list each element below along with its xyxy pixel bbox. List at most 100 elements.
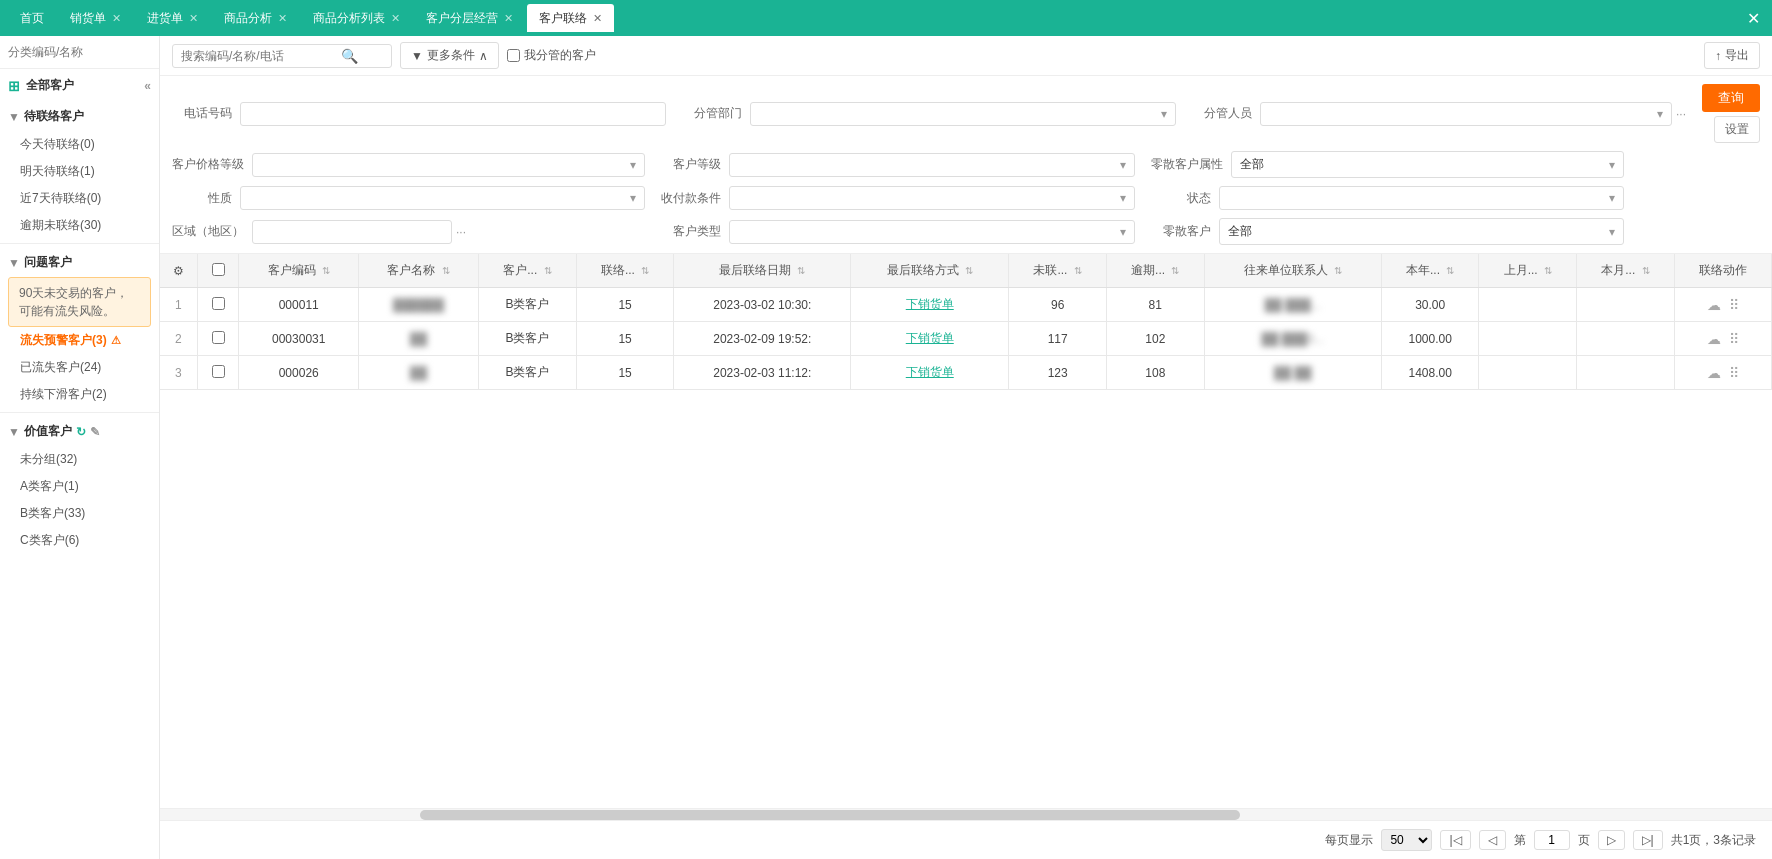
- th-not-contacted[interactable]: 未联... ⇅: [1009, 254, 1107, 288]
- filter-dept-select[interactable]: ▾: [750, 102, 1176, 126]
- sidebar-item-class-c[interactable]: C类客户(6): [0, 527, 159, 554]
- row-3-check[interactable]: [212, 365, 225, 378]
- tab-analysis[interactable]: 商品分析 ✕: [212, 4, 299, 32]
- filter-status-select[interactable]: ▾: [1219, 186, 1624, 210]
- sidebar-item-class-a[interactable]: A类客户(1): [0, 473, 159, 500]
- row-1-contact-icon[interactable]: ☁: [1707, 297, 1721, 313]
- filter-nature-select[interactable]: ▾: [240, 186, 645, 210]
- sidebar-collapse-btn[interactable]: «: [144, 79, 151, 93]
- tab-home[interactable]: 首页: [8, 4, 56, 32]
- tab-customer-layered[interactable]: 客户分层经营 ✕: [414, 4, 525, 32]
- value-refresh-icon[interactable]: ↻: [76, 425, 86, 439]
- page-input[interactable]: [1534, 830, 1570, 850]
- sidebar-item-today[interactable]: 今天待联络(0): [0, 131, 159, 158]
- th-last-month[interactable]: 上月... ⇅: [1479, 254, 1577, 288]
- filter-search-icon[interactable]: 🔍: [341, 48, 358, 64]
- row-2-checkbox[interactable]: [197, 322, 238, 356]
- row-3-lcm[interactable]: 下销货单: [851, 356, 1009, 390]
- filter-retail-customer-select[interactable]: 全部 ▾: [1219, 218, 1624, 245]
- my-customers-checkbox-label[interactable]: 我分管的客户: [507, 47, 596, 64]
- filter-customer-grade-select[interactable]: ▾: [729, 153, 1134, 177]
- prev-page-btn[interactable]: ◁: [1479, 830, 1506, 850]
- sidebar-item-class-b[interactable]: B类客户(33): [0, 500, 159, 527]
- export-btn[interactable]: ↑ 导出: [1704, 42, 1760, 69]
- sidebar-group-value-header[interactable]: ▼ 价值客户 ↻ ✎: [0, 417, 159, 446]
- value-edit-icon[interactable]: ✎: [90, 425, 100, 439]
- tab-customer-layered-close[interactable]: ✕: [504, 12, 513, 25]
- filter-region: 区域（地区） ···: [172, 220, 645, 244]
- tab-customer-contact[interactable]: 客户联络 ✕: [527, 4, 614, 32]
- sidebar-item-7days[interactable]: 近7天待联络(0): [0, 185, 159, 212]
- row-2-lcm[interactable]: 下销货单: [851, 322, 1009, 356]
- sidebar-group-pending-header[interactable]: ▼ 待联络客户: [0, 102, 159, 131]
- my-customers-checkbox[interactable]: [507, 49, 520, 62]
- filter-payment-select[interactable]: ▾: [729, 186, 1134, 210]
- problem-tooltip: 90天未交易的客户，可能有流失风险。: [8, 277, 151, 327]
- row-3-contact-icon[interactable]: ☁: [1707, 365, 1721, 381]
- sidebar-item-declining[interactable]: 持续下滑客户(2): [0, 381, 159, 408]
- th-last-contact-method[interactable]: 最后联络方式 ⇅: [851, 254, 1009, 288]
- th-action: 联络动作: [1674, 254, 1771, 288]
- row-3-more-icon[interactable]: ⠿: [1729, 365, 1739, 381]
- filter-person-select[interactable]: ▾: [1260, 102, 1672, 126]
- horizontal-scrollbar[interactable]: [160, 808, 1772, 820]
- settings-btn[interactable]: 设置: [1714, 116, 1760, 143]
- first-page-btn[interactable]: |◁: [1440, 830, 1470, 850]
- select-all-checkbox[interactable]: [212, 263, 225, 276]
- tab-customer-contact-close[interactable]: ✕: [593, 12, 602, 25]
- th-code[interactable]: 客户编码 ⇅: [239, 254, 359, 288]
- row-2-tm: [1577, 322, 1675, 356]
- last-page-btn[interactable]: ▷|: [1633, 830, 1663, 850]
- sidebar-group-problem-header[interactable]: ▼ 问题客户: [0, 248, 159, 277]
- th-checkbox[interactable]: [197, 254, 238, 288]
- filter-region-input[interactable]: [252, 220, 452, 244]
- row-3-checkbox[interactable]: [197, 356, 238, 390]
- region-dots-icon[interactable]: ···: [456, 225, 466, 239]
- row-1-check[interactable]: [212, 297, 225, 310]
- filter-retail-attr-select[interactable]: 全部 ▾: [1231, 151, 1624, 178]
- sidebar-item-overdue[interactable]: 逾期未联络(30): [0, 212, 159, 239]
- th-this-month[interactable]: 本月... ⇅: [1577, 254, 1675, 288]
- th-last-contact-date[interactable]: 最后联络日期 ⇅: [674, 254, 851, 288]
- sidebar-item-churn-warning[interactable]: 流失预警客户(3) ⚠: [0, 327, 159, 354]
- tab-analysis-list-close[interactable]: ✕: [391, 12, 400, 25]
- adv-filter-row-4: 区域（地区） ··· 客户类型 ▾ 零散客户 全部 ▾: [172, 218, 1760, 245]
- gear-icon[interactable]: ⚙: [173, 264, 184, 278]
- filter-customer-type-select[interactable]: ▾: [729, 220, 1134, 244]
- th-overdue[interactable]: 逾期... ⇅: [1106, 254, 1204, 288]
- next-page-btn[interactable]: ▷: [1598, 830, 1625, 850]
- th-gear[interactable]: ⚙: [160, 254, 197, 288]
- sidebar-root[interactable]: ⊞ 全部客户 «: [0, 69, 159, 102]
- per-page-select[interactable]: 50 100 200: [1381, 829, 1432, 851]
- filter-phone-input[interactable]: [240, 102, 666, 126]
- filter-search-input[interactable]: [181, 49, 341, 63]
- row-1-more-icon[interactable]: ⠿: [1729, 297, 1739, 313]
- sidebar-item-ungrouped[interactable]: 未分组(32): [0, 446, 159, 473]
- th-name[interactable]: 客户名称 ⇅: [359, 254, 479, 288]
- tab-close-all[interactable]: ✕: [1743, 5, 1764, 32]
- th-contact[interactable]: 联络... ⇅: [576, 254, 674, 288]
- more-conditions-btn[interactable]: ▼ 更多条件 ∧: [400, 42, 499, 69]
- tab-sales[interactable]: 销货单 ✕: [58, 4, 133, 32]
- row-1-checkbox[interactable]: [197, 288, 238, 322]
- person-dots-icon[interactable]: ···: [1676, 107, 1686, 121]
- tab-analysis-close[interactable]: ✕: [278, 12, 287, 25]
- filter-price-grade-select[interactable]: ▾: [252, 153, 645, 177]
- query-btn[interactable]: 查询: [1702, 84, 1760, 112]
- th-contact-person[interactable]: 往来单位联系人 ⇅: [1204, 254, 1381, 288]
- tab-analysis-list[interactable]: 商品分析列表 ✕: [301, 4, 412, 32]
- tab-sales-close[interactable]: ✕: [112, 12, 121, 25]
- row-2-contact-icon[interactable]: ☁: [1707, 331, 1721, 347]
- th-type[interactable]: 客户... ⇅: [479, 254, 577, 288]
- th-this-year[interactable]: 本年... ⇅: [1381, 254, 1479, 288]
- tab-purchase[interactable]: 进货单 ✕: [135, 4, 210, 32]
- tab-purchase-close[interactable]: ✕: [189, 12, 198, 25]
- sidebar-item-churned[interactable]: 已流失客户(24): [0, 354, 159, 381]
- scrollbar-thumb[interactable]: [420, 810, 1240, 820]
- row-2-check[interactable]: [212, 331, 225, 344]
- sidebar-item-tomorrow[interactable]: 明天待联络(1): [0, 158, 159, 185]
- sidebar-search-input[interactable]: [8, 45, 158, 59]
- table-row: 2 00030031 ██ B类客户 15 2023-02-09 19:52: …: [160, 322, 1772, 356]
- row-2-more-icon[interactable]: ⠿: [1729, 331, 1739, 347]
- row-1-lcm[interactable]: 下销货单: [851, 288, 1009, 322]
